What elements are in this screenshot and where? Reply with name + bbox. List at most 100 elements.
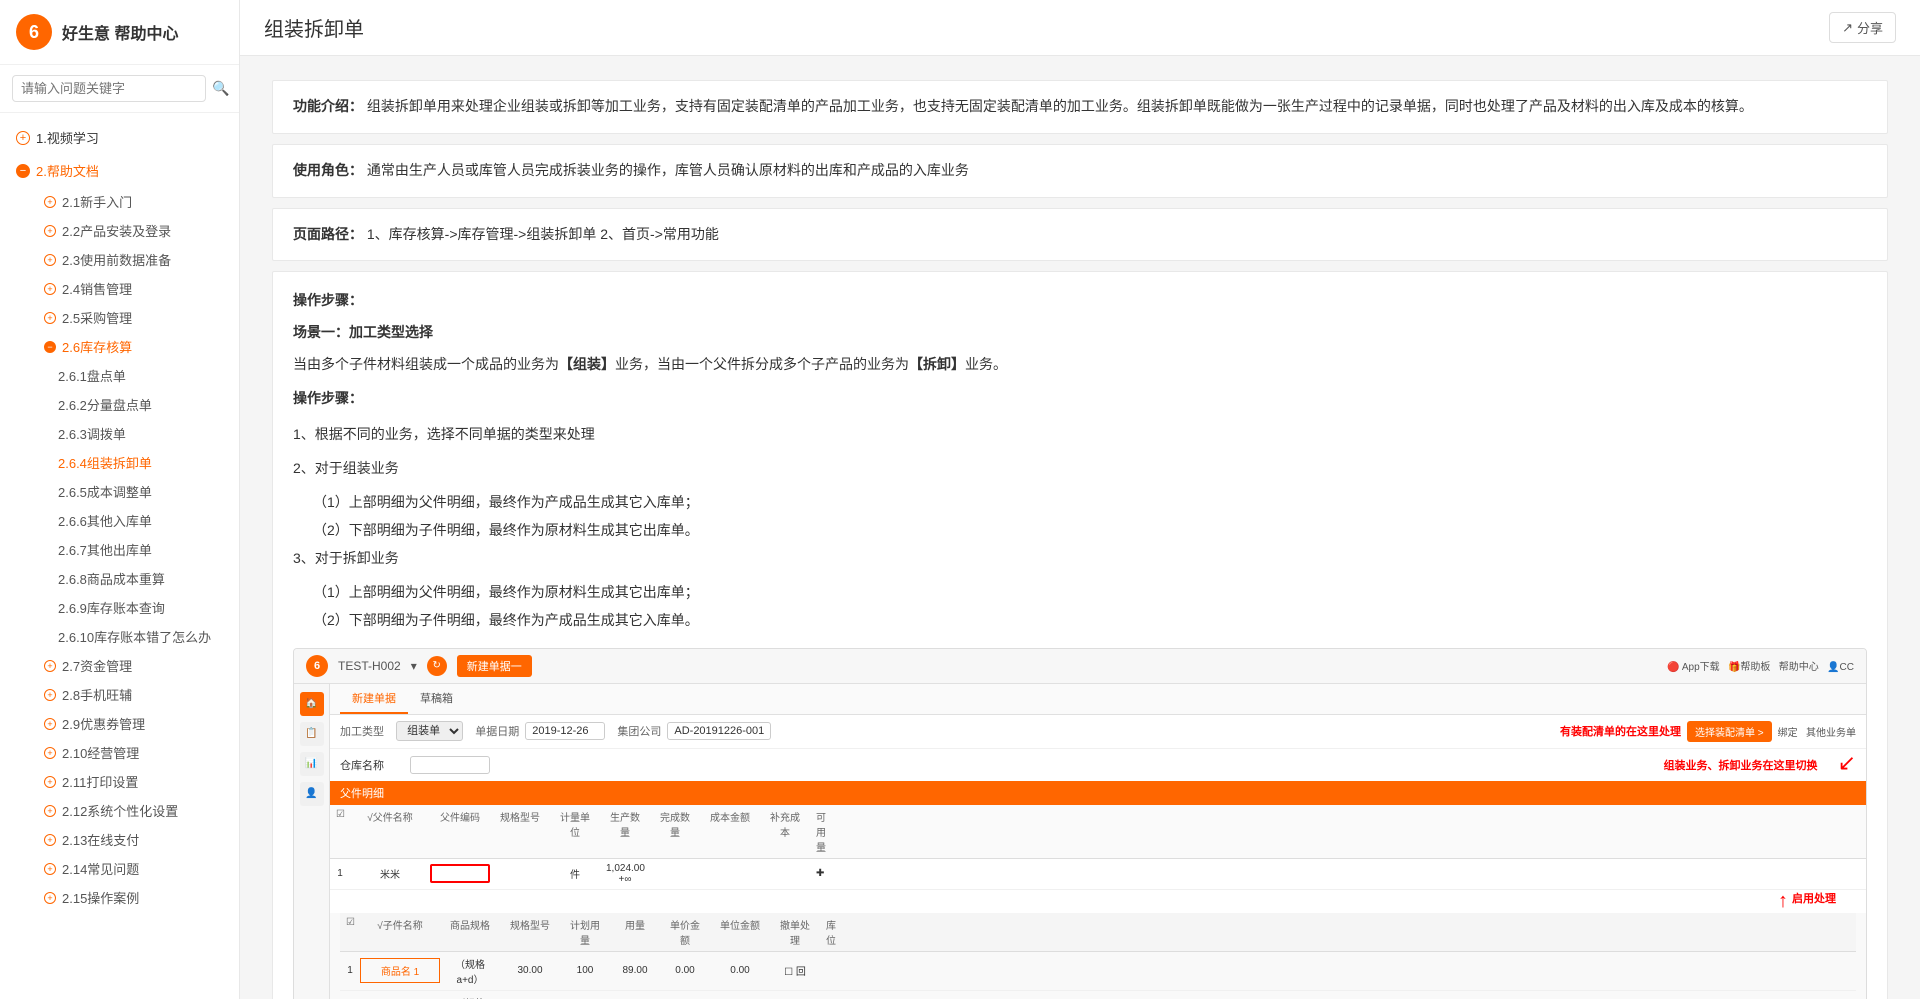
sidebar-item-purchase[interactable]: + 2.5采购管理 xyxy=(36,303,239,332)
mock-nav-icon-1: 📋 xyxy=(300,722,324,746)
mock-form-row1: 加工类型 组装单 单据日期 2019-12-26 集团公司 AD-2019122… xyxy=(330,715,1866,749)
sidebar-item-inventory-costadjust[interactable]: 2.6.5成本调整单 xyxy=(50,477,239,506)
mock-section-orange: 父件明细 xyxy=(330,781,1866,805)
annotation2-text: 组装业务、拆卸业务在这里切换 xyxy=(1664,757,1818,773)
mock-cell-input[interactable] xyxy=(434,868,486,879)
sidebar-item-inventory-error[interactable]: 2.6.10库存账本错了怎么办 xyxy=(50,622,239,651)
nav-label-2: 2.帮助文档 xyxy=(36,161,99,180)
sidebar-item-coupon[interactable]: + 2.9优惠券管理 xyxy=(36,709,239,738)
path-text: 1、库存核算->库存管理->组装拆卸单 2、首页->常用功能 xyxy=(367,226,719,242)
mock-new-btn[interactable]: 新建单据一 xyxy=(457,655,532,677)
mock-sub-table: ☑ √子件名称 商品规格 规格型号 计划用量 用量 单价金额 单位金额 撤单处理 xyxy=(330,913,1866,999)
top-bar: 组装拆卸单 ↗ 分享 xyxy=(240,0,1920,56)
step-2-1: （1）上部明细为父件明细，最终作为产成品生成其它入库单； xyxy=(293,488,1867,516)
sidebar-item-faq[interactable]: + 2.14常见问题 xyxy=(36,854,239,883)
search-icon[interactable]: 🔍 xyxy=(212,80,229,97)
mock-tab-draft[interactable]: 草稿箱 xyxy=(408,684,465,714)
arrow-down-1: ↙ xyxy=(1838,750,1856,776)
sidebar-item-inventory-otheroutbound[interactable]: 2.6.7其他出库单 xyxy=(50,535,239,564)
share-icon: ↗ xyxy=(1842,20,1853,36)
sidebar-item-operations[interactable]: + 2.10经营管理 xyxy=(36,738,239,767)
sidebar-item-inventory-ledger[interactable]: 2.6.9库存账本查询 xyxy=(50,593,239,622)
sidebar-item-inventory-assembly[interactable]: 2.6.4组装拆卸单 xyxy=(50,448,239,477)
step-3-1: （1）上部明细为父件明细，最终作为原材料生成其它出库单； xyxy=(293,578,1867,606)
mock-parent-row1: 1 米米 件 1,024.00 +∞ xyxy=(330,859,1866,890)
sidebar-item-inventory-transfer[interactable]: 2.6.3调拨单 xyxy=(50,419,239,448)
mock-icons-right: 🔴 App下载 🎁帮助板 帮助中心 👤CC xyxy=(1667,658,1854,673)
mock-annotation2-row: 仓库名称 组装业务、拆卸业务在这里切换 ↙ xyxy=(330,749,1866,781)
mock-refresh-icon: ↻ xyxy=(427,656,447,676)
sidebar-item-mobile[interactable]: + 2.8手机旺辅 xyxy=(36,680,239,709)
nav-tree: + 1.视频学习 − 2.帮助文档 + 2.1新手入门 + 2.2产品安装及登录 xyxy=(0,113,239,999)
mock-tabs: 新建单据 草稿箱 xyxy=(330,684,1866,715)
sidebar-item-inventory-otherinbound[interactable]: 2.6.6其他入库单 xyxy=(50,506,239,535)
content-area: 功能介绍： 组装拆卸单用来处理企业组装或拆卸等加工业务，支持有固定装配清单的产品… xyxy=(240,56,1920,999)
sidebar-header: 6 好生意 帮助中心 xyxy=(0,0,239,65)
path-label: 页面路径： xyxy=(293,226,363,242)
mock-type-label: 加工类型 xyxy=(340,723,390,739)
path-section: 页面路径： 1、库存核算->库存管理->组装拆卸单 2、首页->常用功能 xyxy=(272,208,1888,262)
mock-logo: 6 xyxy=(306,655,328,677)
nav-sub-2: + 2.1新手入门 + 2.2产品安装及登录 + 2.3使用前数据准备 + 2.… xyxy=(0,187,239,912)
intro-label: 功能介绍： xyxy=(293,98,363,114)
sidebar-item-inventory[interactable]: − 2.6库存核算 xyxy=(36,332,239,361)
nav-label-1: 1.视频学习 xyxy=(36,128,99,147)
sidebar-item-online-pay[interactable]: + 2.13在线支付 xyxy=(36,825,239,854)
sidebar-item-help-docs[interactable]: − 2.帮助文档 xyxy=(0,154,239,187)
mock-sub-row2: 2 商品 2 （规格a+d） 30.00 100 89.00 0.00 0.00… xyxy=(340,991,1856,999)
sidebar: 6 好生意 帮助中心 🔍 + 1.视频学习 − 2.帮助文档 + 2.1新手入门 xyxy=(0,0,240,999)
annotation1-text: 有装配清单的在这里处理 xyxy=(1560,723,1681,739)
nav-section-1: + 1.视频学习 xyxy=(0,121,239,154)
mock-main-right: 新建单据 草稿箱 加工类型 组装单 单据日期 2019-12-26 xyxy=(330,684,1866,999)
mock-left-sidebar: 🏠 📋 📊 👤 xyxy=(294,684,330,999)
mock-home-icon: 🏠 xyxy=(300,692,324,716)
mock-nav-icon-2: 📊 xyxy=(300,752,324,776)
mock-warehouse-input[interactable] xyxy=(410,756,490,774)
arrow-up-2: ↑ xyxy=(1778,890,1788,913)
mock-dropdown-item: ▾ xyxy=(411,659,417,673)
step-1: 1、根据不同的业务，选择不同单据的类型来处理 xyxy=(293,420,1867,448)
sidebar-item-inventory-split[interactable]: 2.6.2分量盘点单 xyxy=(50,390,239,419)
step-3-2: （2）下部明细为子件明细，最终作为产成品生成其它入库单。 xyxy=(293,606,1867,634)
mock-parent-header: ☑ √父件名称 父件编码 规格型号 计量单位 生产数量 完成数量 成本金额 补充… xyxy=(330,805,1866,859)
sidebar-item-install[interactable]: + 2.2产品安装及登录 xyxy=(36,216,239,245)
sidebar-item-sales[interactable]: + 2.4销售管理 xyxy=(36,274,239,303)
sidebar-item-inventory-costrecalc[interactable]: 2.6.8商品成本重算 xyxy=(50,564,239,593)
scenario1-desc: 当由多个子件材料组装成一个成品的业务为【组装】业务，当由一个父件拆分成多个子产品… xyxy=(293,352,1867,377)
main-content: 组装拆卸单 ↗ 分享 功能介绍： 组装拆卸单用来处理企业组装或拆卸等加工业务，支… xyxy=(240,0,1920,999)
sidebar-item-finance[interactable]: + 2.7资金管理 xyxy=(36,651,239,680)
sidebar-item-data-prep[interactable]: + 2.3使用前数据准备 xyxy=(36,245,239,274)
mock-tab-new[interactable]: 新建单据 xyxy=(340,684,408,714)
mock-select-template-btn[interactable]: 选择装配清单 > xyxy=(1687,721,1772,742)
mock-date-input[interactable]: 2019-12-26 xyxy=(525,722,605,740)
intro-section: 功能介绍： 组装拆卸单用来处理企业组装或拆卸等加工业务，支持有固定装配清单的产品… xyxy=(272,80,1888,134)
sidebar-item-print[interactable]: + 2.11打印设置 xyxy=(36,767,239,796)
scenario1-title: 场景一：加工类型选择 xyxy=(293,322,1867,342)
annotation3-text: 启用处理 xyxy=(1792,890,1836,913)
step-2-2: （2）下部明细为子件明细，最终作为原材料生成其它出库单。 xyxy=(293,516,1867,544)
search-box[interactable]: 🔍 xyxy=(0,65,239,113)
sidebar-item-cases[interactable]: + 2.15操作案例 xyxy=(36,883,239,912)
sidebar-item-inventory-stockcount[interactable]: 2.6.1盘点单 xyxy=(50,361,239,390)
step-3: 3、对于拆卸业务 xyxy=(293,544,1867,572)
sidebar-item-video-learning[interactable]: + 1.视频学习 xyxy=(0,121,239,154)
search-input[interactable] xyxy=(12,75,206,102)
sidebar-item-newbie[interactable]: + 2.1新手入门 xyxy=(36,187,239,216)
steps-list: 1、根据不同的业务，选择不同单据的类型来处理 2、对于组装业务 （1）上部明细为… xyxy=(293,420,1867,634)
mock-id: TEST-H002 xyxy=(338,659,401,673)
app-title: 好生意 帮助中心 xyxy=(62,20,178,44)
sidebar-item-personalize[interactable]: + 2.12系统个性化设置 xyxy=(36,796,239,825)
mock-annotation1-area: 有装配清单的在这里处理 选择装配清单 > 绑定 其他业务单 xyxy=(1560,721,1856,742)
steps-section: 操作步骤： 场景一：加工类型选择 当由多个子件材料组装成一个成品的业务为【组装】… xyxy=(272,271,1888,999)
screenshot-mockup: 6 TEST-H002 ▾ ↻ 新建单据一 🔴 App下载 🎁帮助板 帮助中心 … xyxy=(293,648,1867,999)
nav-section-2: − 2.帮助文档 + 2.1新手入门 + 2.2产品安装及登录 + 2.3使用前… xyxy=(0,154,239,912)
mock-sub-header: ☑ √子件名称 商品规格 规格型号 计划用量 用量 单价金额 单位金额 撤单处理 xyxy=(340,913,1856,952)
nav-sub-inventory: 2.6.1盘点单 2.6.2分量盘点单 2.6.3调拨单 2.6.4组装拆卸单 … xyxy=(36,361,239,651)
mock-parent-cell-highlight[interactable] xyxy=(430,864,490,883)
mock-order-input[interactable]: AD-20191226-001 xyxy=(667,722,771,740)
mock-topbar: 6 TEST-H002 ▾ ↻ 新建单据一 🔴 App下载 🎁帮助板 帮助中心 … xyxy=(294,649,1866,684)
share-button[interactable]: ↗ 分享 xyxy=(1829,12,1896,43)
collapse-icon: − xyxy=(16,164,30,178)
page-title: 组装拆卸单 xyxy=(264,13,364,42)
mock-type-select[interactable]: 组装单 xyxy=(396,721,463,741)
